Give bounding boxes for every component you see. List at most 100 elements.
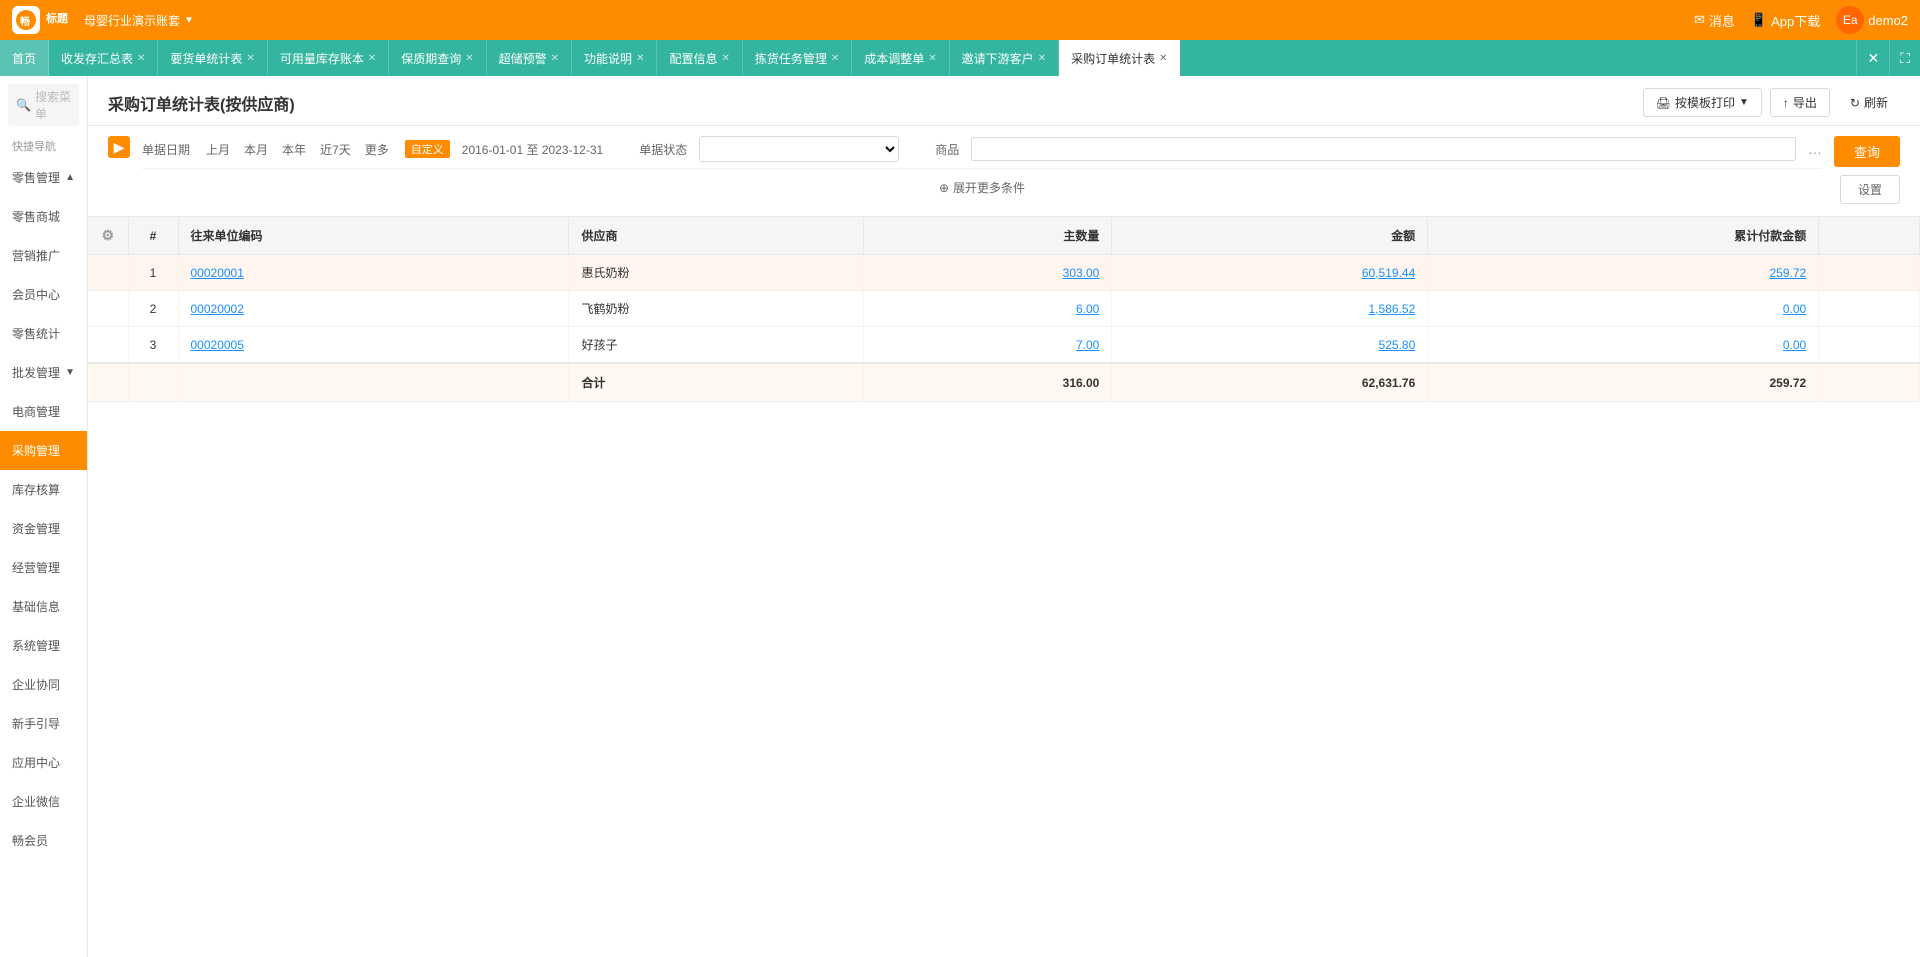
th-settings[interactable]: ⚙ [88, 217, 128, 255]
tab-config-info-close[interactable]: ✕ [721, 53, 729, 64]
sidebar-item-ops[interactable]: 经营管理 [0, 548, 87, 587]
filter-row: 单据日期 上月 本月 本年 近7天 更多 自定义 2016-01-01 至 20… [142, 136, 1822, 162]
sidebar-item-wholesale-mgmt[interactable]: 批发管理 ▼ [0, 353, 87, 392]
tab-func-desc-label: 功能说明 [584, 50, 632, 67]
tab-func-desc[interactable]: 功能说明 ✕ [572, 40, 657, 76]
shortcut-more[interactable]: 更多 [361, 140, 393, 159]
expand-label: 展开更多条件 [953, 179, 1025, 196]
app-download-btn[interactable]: 📱 App下载 [1751, 11, 1820, 30]
shortcut-7days[interactable]: 近7天 [316, 140, 355, 159]
nav-close-btn[interactable]: ✕ [1856, 40, 1889, 76]
tab-home[interactable]: 首页 [0, 40, 49, 76]
tab-config-info[interactable]: 配置信息 ✕ [657, 40, 742, 76]
sidebar-item-app-center[interactable]: 应用中心 [0, 743, 87, 782]
tab-func-desc-close[interactable]: ✕ [636, 53, 644, 64]
shortcut-this-month[interactable]: 本月 [240, 140, 272, 159]
user-area[interactable]: Ea demo2 [1836, 6, 1908, 34]
row2-paid-amount[interactable]: 0.00 [1428, 291, 1819, 327]
tab-pick-task-close[interactable]: ✕ [831, 53, 839, 64]
main-layout: 🔍 搜索菜单 快捷导航 零售管理 ▲ 零售商城 营销推广 会员中心 零售统计 批… [0, 76, 1920, 957]
row3-quantity[interactable]: 7.00 [863, 327, 1112, 364]
date-filter-label: 单据日期 [142, 141, 190, 158]
print-button[interactable]: 🖨 按模板打印 ▼ [1643, 88, 1762, 117]
tab-purchase-stats[interactable]: 采购订单统计表 ✕ [1059, 40, 1180, 76]
sidebar-item-retail-stats-label: 零售统计 [12, 325, 60, 342]
sidebar-item-finance-label: 资金管理 [12, 520, 60, 537]
sidebar-item-sys-mgmt-label: 系统管理 [12, 637, 60, 654]
table-footer-row: 合计 316.00 62,631.76 259.72 [88, 363, 1920, 402]
tab-goods-stats[interactable]: 要货单统计表 ✕ [158, 40, 267, 76]
row2-amount[interactable]: 1,586.52 [1112, 291, 1428, 327]
tab-collect-dispatch-close[interactable]: ✕ [137, 53, 145, 64]
sidebar-item-enterprise-wechat[interactable]: 企业微信 [0, 782, 87, 821]
sidebar-item-sys-mgmt[interactable]: 系统管理 [0, 626, 87, 665]
sidebar-item-member-center-label: 会员中心 [12, 286, 60, 303]
tab-available-stock-label: 可用量库存账本 [280, 50, 364, 67]
sidebar-item-purchase[interactable]: 采购管理 [0, 431, 87, 470]
status-select[interactable] [699, 136, 899, 162]
table-row: 3 00020005 好孩子 7.00 525.80 0.00 [88, 327, 1920, 364]
tab-invite-downstream[interactable]: 邀请下游客户 ✕ [950, 40, 1059, 76]
tab-available-stock[interactable]: 可用量库存账本 ✕ [268, 40, 389, 76]
logo-text: 标题 [46, 13, 68, 26]
tab-cost-adjust[interactable]: 成本调整单 ✕ [852, 40, 949, 76]
tab-purchase-stats-close[interactable]: ✕ [1159, 53, 1167, 64]
gear-icon[interactable]: ⚙ [101, 227, 114, 243]
sidebar-item-finance[interactable]: 资金管理 [0, 509, 87, 548]
search-icon: 🔍 [16, 98, 31, 112]
tab-overstock-close[interactable]: ✕ [551, 53, 559, 64]
search-bar[interactable]: 🔍 搜索菜单 [8, 84, 79, 126]
footer-amount: 62,631.76 [1112, 363, 1428, 402]
sidebar-item-new-guide[interactable]: 新手引导 [0, 704, 87, 743]
shortcut-last-month[interactable]: 上月 [202, 140, 234, 159]
settings-button[interactable]: 设置 [1840, 175, 1900, 204]
row1-settings [88, 255, 128, 291]
sidebar-item-member-center[interactable]: 会员中心 [0, 275, 87, 314]
toggle-filter-btn[interactable]: ▶ [108, 136, 130, 158]
tab-expiry-query-close[interactable]: ✕ [465, 53, 473, 64]
tab-collect-dispatch[interactable]: 收发存汇总表 ✕ [49, 40, 158, 76]
print-dropdown-icon: ▼ [1739, 97, 1749, 108]
row1-unit-code[interactable]: 00020001 [178, 255, 569, 291]
goods-input[interactable] [971, 137, 1796, 161]
tab-expiry-query-label: 保质期查询 [401, 50, 461, 67]
expand-more-btn[interactable]: ⊕ 展开更多条件 [931, 175, 1033, 200]
tab-pick-task[interactable]: 拣货任务管理 ✕ [743, 40, 852, 76]
tab-invite-downstream-close[interactable]: ✕ [1038, 53, 1046, 64]
sidebar-item-enterprise-collab[interactable]: 企业协同 [0, 665, 87, 704]
row1-quantity[interactable]: 303.00 [863, 255, 1112, 291]
tab-cost-adjust-close[interactable]: ✕ [928, 53, 936, 64]
refresh-button[interactable]: ↻ 刷新 [1838, 89, 1900, 116]
row2-quantity[interactable]: 6.00 [863, 291, 1112, 327]
row3-unit-code[interactable]: 00020005 [178, 327, 569, 364]
tab-overstock-label: 超储预警 [499, 50, 547, 67]
org-selector[interactable]: 母婴行业演示账套 ▼ [84, 12, 194, 29]
row2-unit-code[interactable]: 00020002 [178, 291, 569, 327]
sidebar-item-retail-mall[interactable]: 零售商城 [0, 197, 87, 236]
query-button[interactable]: 查询 [1834, 136, 1900, 167]
tab-overstock[interactable]: 超储预警 ✕ [487, 40, 572, 76]
sidebar-item-retail-mgmt[interactable]: 零售管理 ▲ [0, 158, 87, 197]
nav-tabs-bar: 首页 收发存汇总表 ✕ 要货单统计表 ✕ 可用量库存账本 ✕ 保质期查询 ✕ 超… [0, 40, 1920, 76]
message-btn[interactable]: ✉ 消息 [1694, 11, 1735, 30]
sidebar-item-vip[interactable]: 畅会员 [0, 821, 87, 860]
more-goods-icon[interactable]: … [1808, 141, 1822, 157]
nav-fullscreen-btn[interactable]: ⛶ [1889, 40, 1920, 76]
tab-goods-stats-close[interactable]: ✕ [246, 53, 254, 64]
export-button[interactable]: ↑ 导出 [1770, 88, 1830, 117]
message-label: 消息 [1709, 11, 1735, 30]
logo-area: 畅 标题 [12, 6, 68, 34]
sidebar-item-marketing[interactable]: 营销推广 [0, 236, 87, 275]
tab-available-stock-close[interactable]: ✕ [368, 53, 376, 64]
row1-amount[interactable]: 60,519.44 [1112, 255, 1428, 291]
row3-amount[interactable]: 525.80 [1112, 327, 1428, 364]
sidebar-item-vip-label: 畅会员 [12, 832, 48, 849]
sidebar-item-retail-stats[interactable]: 零售统计 [0, 314, 87, 353]
sidebar-item-stock-check[interactable]: 库存核算 [0, 470, 87, 509]
row3-paid-amount[interactable]: 0.00 [1428, 327, 1819, 364]
sidebar-item-basic-info[interactable]: 基础信息 [0, 587, 87, 626]
row1-paid-amount[interactable]: 259.72 [1428, 255, 1819, 291]
shortcut-this-year[interactable]: 本年 [278, 140, 310, 159]
sidebar-item-ecommerce[interactable]: 电商管理 [0, 392, 87, 431]
tab-expiry-query[interactable]: 保质期查询 ✕ [389, 40, 486, 76]
